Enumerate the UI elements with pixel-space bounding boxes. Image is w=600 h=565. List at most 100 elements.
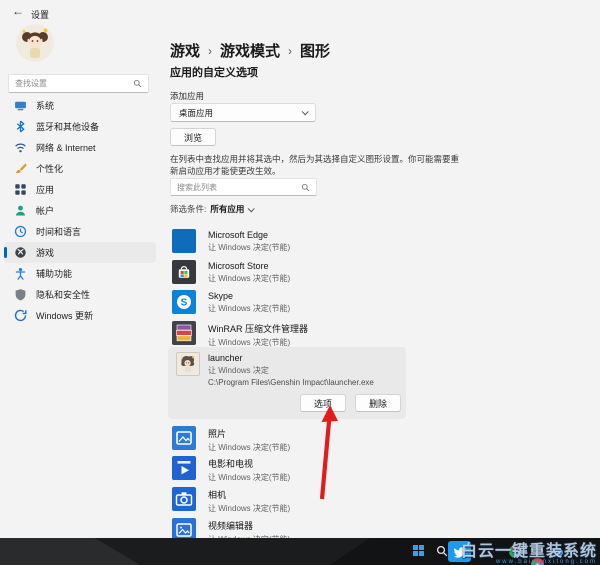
sidebar-item-label: 游戏 [36, 246, 54, 259]
list-search-input[interactable] [177, 183, 301, 192]
app-row-winrar[interactable]: WinRAR 压缩文件管理器 让 Windows 决定(节能) [168, 319, 406, 349]
browse-button[interactable]: 浏览 [170, 128, 216, 146]
sidebar-item-label: 应用 [36, 183, 54, 196]
chrome-icon[interactable] [531, 558, 544, 565]
sidebar-item-network[interactable]: 网络 & Internet [4, 137, 156, 158]
sidebar-item-label: 帐户 [36, 204, 54, 217]
breadcrumb-separator: › [208, 44, 212, 58]
list-search-box[interactable] [170, 178, 317, 196]
window-title: 设置 [31, 8, 49, 21]
update-arrows-icon [14, 309, 27, 322]
options-button[interactable]: 选项 [300, 394, 346, 412]
bluetooth-icon [14, 120, 27, 133]
sidebar-item-bluetooth[interactable]: 蓝牙和其他设备 [4, 116, 156, 137]
skype-icon: S [172, 290, 196, 314]
app-row-edge[interactable]: Microsoft Edge 让 Windows 决定(节能) [168, 227, 406, 257]
app-name: 视频编辑器 [208, 519, 290, 532]
app-name: Microsoft Store [208, 261, 290, 271]
app-status: 让 Windows 决定(节能) [208, 472, 290, 483]
sidebar-item-apps[interactable]: 应用 [4, 179, 156, 200]
section-title: 应用的自定义选项 [170, 64, 258, 80]
sidebar-item-accessibility[interactable]: 辅助功能 [4, 263, 156, 284]
filter-value: 所有应用 [210, 203, 244, 215]
app-name: WinRAR 压缩文件管理器 [208, 322, 308, 335]
app-row-store[interactable]: Microsoft Store 让 Windows 决定(节能) [168, 258, 406, 288]
sidebar-item-label: 隐私和安全性 [36, 288, 90, 301]
app-name: Microsoft Edge [208, 230, 290, 240]
app-type-dropdown[interactable]: 桌面应用 [170, 103, 316, 122]
app-status: 让 Windows 决定(节能) [208, 503, 290, 514]
sidebar-item-windows-update[interactable]: Windows 更新 [4, 305, 156, 326]
search-icon [133, 79, 142, 88]
settings-window: ← 设置 系统 蓝牙和其他设备 网络 & In [0, 0, 600, 565]
chrome-icon[interactable] [509, 545, 522, 558]
sidebar-item-privacy[interactable]: 隐私和安全性 [4, 284, 156, 305]
selected-accent-bar [4, 247, 7, 258]
breadcrumb-gaming[interactable]: 游戏 [170, 40, 200, 61]
app-status: 让 Windows 决定(节能) [208, 303, 290, 314]
user-avatar[interactable] [16, 24, 54, 62]
taskbar-app-icon[interactable] [554, 548, 563, 557]
breadcrumb: 游戏 › 游戏模式 › 图形 [170, 40, 330, 61]
system-icon [14, 99, 27, 112]
settings-search-input[interactable] [15, 79, 133, 88]
breadcrumb-graphics: 图形 [300, 40, 330, 61]
sidebar-item-label: 时间和语言 [36, 225, 81, 238]
taskbar-search-icon[interactable] [436, 545, 448, 557]
app-row-movies-tv[interactable]: 电影和电视 让 Windows 决定(节能) [168, 454, 406, 484]
delete-button[interactable]: 删除 [355, 394, 401, 412]
movies-tv-icon [172, 456, 196, 480]
sidebar-item-label: 网络 & Internet [36, 141, 96, 154]
app-type-value: 桌面应用 [179, 107, 302, 119]
sidebar-item-gaming[interactable]: 游戏 [4, 242, 156, 263]
add-app-label: 添加应用 [170, 90, 204, 102]
filter-label: 筛选条件: [170, 203, 206, 215]
store-icon [172, 260, 196, 284]
app-name: 相机 [208, 488, 290, 501]
app-name: 照片 [208, 427, 290, 440]
shield-icon [14, 288, 27, 301]
settings-search-box[interactable] [8, 74, 149, 93]
apps-grid-icon [14, 183, 27, 196]
svg-text:S: S [181, 298, 188, 309]
sidebar-item-time-language[interactable]: 时间和语言 [4, 221, 156, 242]
brush-icon [14, 162, 27, 175]
sidebar-item-label: 个性化 [36, 162, 63, 175]
chevron-down-icon [302, 108, 309, 115]
app-row-photos[interactable]: 照片 让 Windows 决定(节能) [168, 424, 406, 454]
photos-icon [172, 426, 196, 450]
taskbar [0, 538, 600, 565]
sidebar-item-accounts[interactable]: 帐户 [4, 200, 156, 221]
sidebar-item-label: Windows 更新 [36, 309, 93, 322]
sidebar-item-label: 系统 [36, 99, 54, 112]
avatar-image [16, 24, 54, 62]
app-row-camera[interactable]: 相机 让 Windows 决定(节能) [168, 485, 406, 515]
app-path: C:\Program Files\Genshin Impact\launcher… [208, 378, 374, 387]
search-icon [301, 183, 310, 192]
clock-icon [14, 225, 27, 238]
app-name: Skype [208, 291, 290, 301]
app-row-skype[interactable]: S Skype 让 Windows 决定(节能) [168, 288, 406, 318]
app-name: 电影和电视 [208, 457, 290, 470]
back-button[interactable]: ← [12, 4, 24, 18]
breadcrumb-separator: › [288, 44, 292, 58]
app-status: 让 Windows 决定(节能) [208, 273, 290, 284]
filter-dropdown[interactable]: 筛选条件: 所有应用 [170, 203, 253, 215]
camera-icon [172, 487, 196, 511]
breadcrumb-game-mode[interactable]: 游戏模式 [220, 40, 280, 61]
app-name: launcher [208, 353, 374, 363]
app-status: 让 Windows 决定(节能) [208, 442, 290, 453]
windows-start-icon[interactable] [413, 545, 424, 556]
wallpaper-shape [0, 538, 140, 565]
xbox-icon [14, 246, 27, 259]
genshin-launcher-icon [176, 352, 200, 376]
person-icon [14, 204, 27, 217]
wifi-icon [14, 141, 27, 154]
app-status: 让 Windows 决定(节能) [208, 242, 290, 253]
sidebar-item-label: 蓝牙和其他设备 [36, 120, 99, 133]
sidebar-item-personalization[interactable]: 个性化 [4, 158, 156, 179]
edge-icon [172, 229, 196, 253]
app-status: 让 Windows 决定 [208, 365, 374, 376]
twitter-icon[interactable] [448, 541, 471, 562]
sidebar-item-system[interactable]: 系统 [4, 95, 156, 116]
